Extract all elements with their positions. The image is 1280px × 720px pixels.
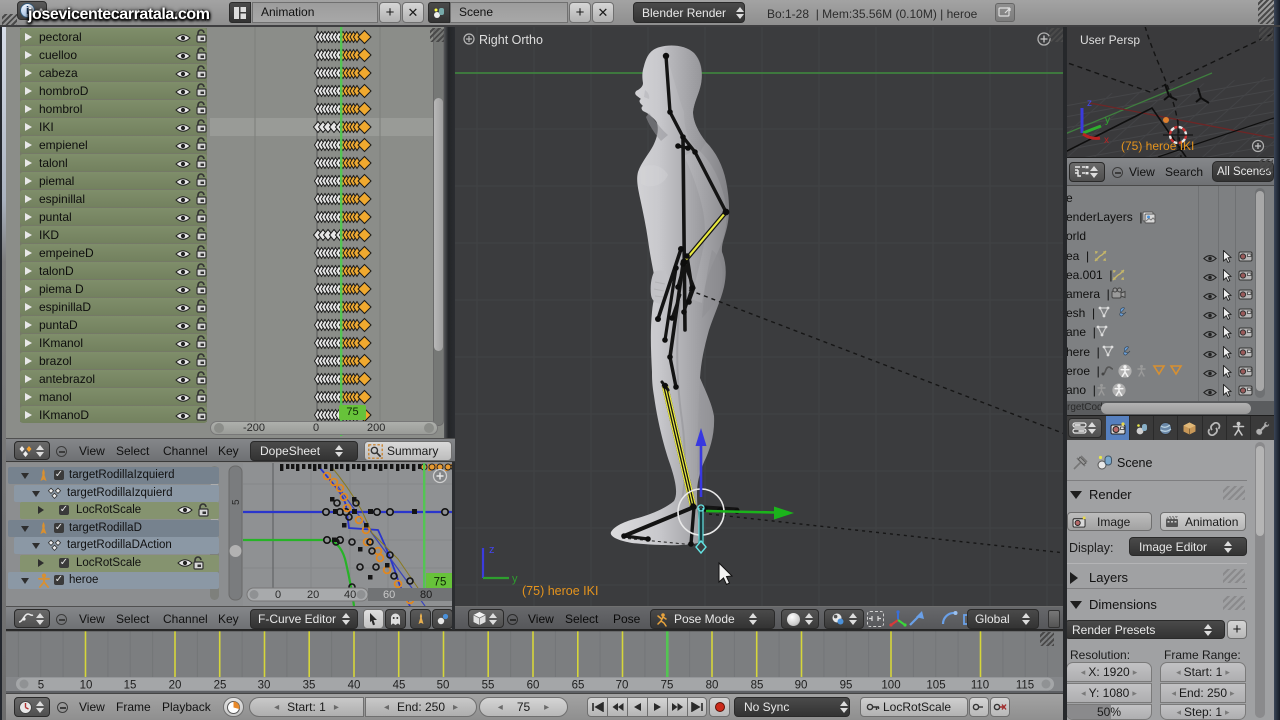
svg-text:x: x <box>1104 135 1109 146</box>
svg-text:60: 60 <box>527 680 540 692</box>
svg-text:90: 90 <box>795 680 808 692</box>
svg-text:20: 20 <box>169 680 182 692</box>
svg-text:60: 60 <box>383 589 395 601</box>
svg-text:95: 95 <box>840 680 853 692</box>
svg-text:105: 105 <box>926 680 945 692</box>
svg-text:y: y <box>512 573 518 585</box>
svg-text:15: 15 <box>124 680 137 692</box>
svg-text:z: z <box>489 544 495 556</box>
svg-text:85: 85 <box>751 680 764 692</box>
svg-text:z: z <box>1087 98 1092 109</box>
svg-text:75: 75 <box>661 680 674 692</box>
svg-text:Right Ortho: Right Ortho <box>479 33 543 47</box>
svg-text:70: 70 <box>616 680 629 692</box>
svg-text:30: 30 <box>258 680 271 692</box>
svg-text:75: 75 <box>434 577 447 589</box>
svg-text:40: 40 <box>348 680 361 692</box>
svg-text:User Persp: User Persp <box>1080 33 1140 47</box>
svg-text:5: 5 <box>231 499 242 505</box>
svg-text:10: 10 <box>80 680 93 692</box>
svg-text:100: 100 <box>881 680 900 692</box>
svg-text:110: 110 <box>971 680 989 692</box>
svg-text:45: 45 <box>393 680 406 692</box>
svg-text:80: 80 <box>420 589 432 601</box>
svg-text:115: 115 <box>1016 680 1034 692</box>
svg-text:20: 20 <box>307 589 319 601</box>
svg-text:(75) heroe IKI: (75) heroe IKI <box>522 584 598 598</box>
svg-text:35: 35 <box>303 680 316 692</box>
svg-text:0: 0 <box>275 589 281 601</box>
svg-text:25: 25 <box>214 680 227 692</box>
svg-text:y: y <box>1105 115 1110 126</box>
svg-text:65: 65 <box>572 680 585 692</box>
svg-text:(75) heroe IKI: (75) heroe IKI <box>1121 139 1194 153</box>
svg-text:40: 40 <box>344 589 356 601</box>
svg-text:55: 55 <box>482 680 495 692</box>
svg-text:50: 50 <box>437 680 450 692</box>
svg-text:5: 5 <box>38 680 44 692</box>
svg-text:80: 80 <box>706 680 719 692</box>
